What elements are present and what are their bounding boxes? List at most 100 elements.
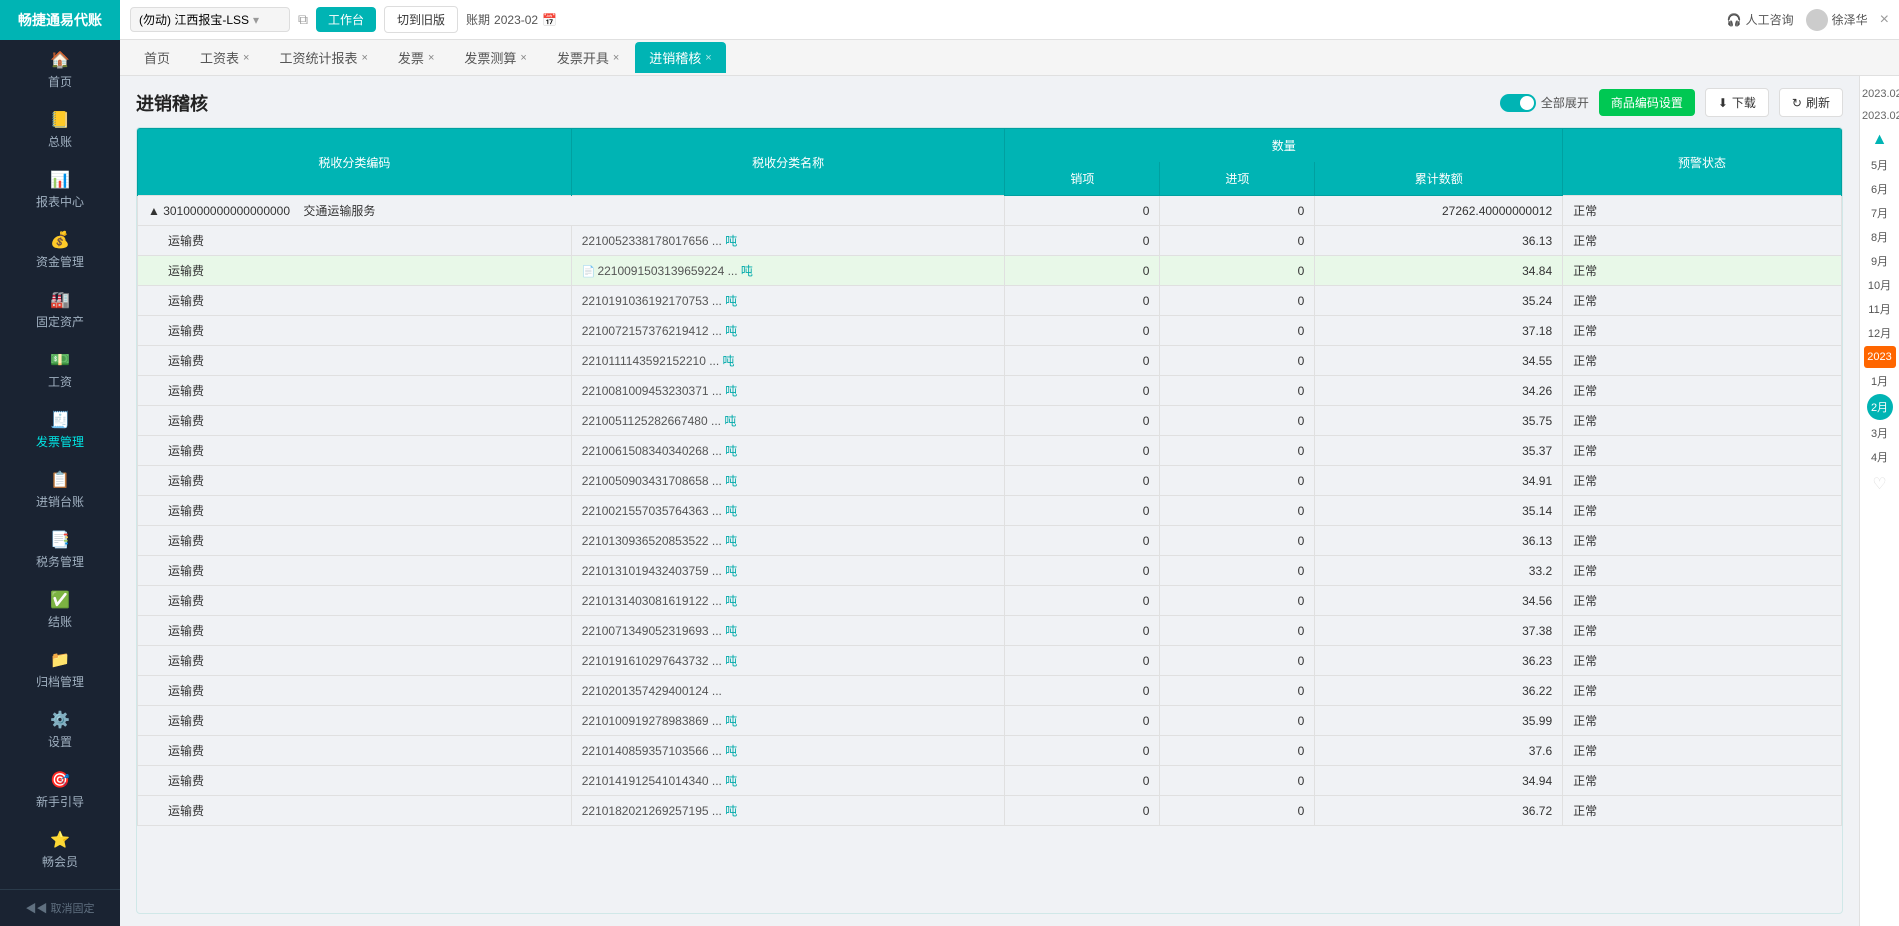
cell-invoice: 2210072157376219412 ... 吨 [571,316,1005,346]
tab-sales-check[interactable]: 进销稽核 × [635,42,725,73]
cell-name: 运输费 [138,436,572,466]
month-aug[interactable]: 8月 [1864,226,1896,248]
sidebar-item-member[interactable]: ⭐ 畅会员 [0,820,120,880]
tab-invoice-issue[interactable]: 发票开具 × [543,42,633,73]
month-oct[interactable]: 10月 [1864,274,1896,296]
tab-close-icon[interactable]: × [361,52,367,64]
sidebar-item-guide[interactable]: 🎯 新手引导 [0,760,120,820]
sidebar-item-settings[interactable]: ⚙️ 设置 [0,700,120,760]
col-header-name: 税收分类名称 [571,129,1005,196]
sidebar-item-invoice[interactable]: 🧾 发票管理 [0,400,120,460]
cell-invoice: 2210201357429400124 ... [571,676,1005,706]
refresh-button[interactable]: ↻ 刷新 [1779,88,1843,117]
sidebar-item-tax[interactable]: 📑 税务管理 [0,520,120,580]
cell-sale: 0 [1005,796,1160,826]
copy-icon[interactable]: ⧉ [298,11,308,28]
expand-toggle[interactable]: 全部展开 [1500,94,1589,112]
switch-version-button[interactable]: 切到旧版 [384,6,458,33]
cell-name: 运输费 [138,286,572,316]
cell-total: 36.72 [1315,796,1563,826]
month-feb-active[interactable]: 2月 [1867,394,1893,420]
sidebar-label: 发票管理 [36,433,84,450]
cell-total: 34.91 [1315,466,1563,496]
tab-invoice-calc[interactable]: 发票测算 × [450,42,540,73]
settings-icon: ⚙️ [50,710,70,730]
calendar-icon[interactable]: 📅 [542,13,557,27]
sidebar-item-sales[interactable]: 📋 进销台账 [0,460,120,520]
company-selector[interactable]: (勿动) 江西报宝-LSS ▾ [130,7,290,32]
period-label: 账期 [466,11,490,28]
nav-up-arrow[interactable]: ▲ [1868,128,1892,152]
cell-total: 33.2 [1315,556,1563,586]
cell-invoice: 2210191610297643732 ... 吨 [571,646,1005,676]
tab-salary-report[interactable]: 工资统计报表 × [265,42,381,73]
sidebar-item-home[interactable]: 🏠 首页 [0,40,120,100]
cell-name: 运输费 [138,466,572,496]
sidebar-item-archive[interactable]: 📁 归档管理 [0,640,120,700]
workbench-button[interactable]: 工作台 [316,7,376,32]
month-apr[interactable]: 4月 [1864,446,1896,468]
sidebar-item-ledger[interactable]: 📒 总账 [0,100,120,160]
cell-status: 正常 [1563,196,1842,226]
sidebar-label: 进销台账 [36,493,84,510]
unpin-button[interactable]: ◀◀ 取消固定 [0,889,120,926]
sidebar-item-assets[interactable]: 🏭 固定资产 [0,280,120,340]
cell-sale: 0 [1005,346,1160,376]
cell-name: 运输费 [138,226,572,256]
month-jul[interactable]: 7月 [1864,202,1896,224]
month-dec[interactable]: 12月 [1864,322,1896,344]
product-code-settings-button[interactable]: 商品编码设置 [1599,89,1695,116]
cell-purchase: 0 [1160,466,1315,496]
month-nov[interactable]: 11月 [1864,298,1896,320]
tab-close-icon[interactable]: × [613,52,619,64]
month-may[interactable]: 5月 [1864,154,1896,176]
cell-purchase: 0 [1160,196,1315,226]
user-menu[interactable]: 徐泽华 [1806,9,1868,31]
table-row: 运输费 2210100919278983869 ... 吨 0 0 35.99 … [138,706,1842,736]
right-panel: 2023.02 2023.02 ▲ 5月 6月 7月 8月 9月 10月 11月… [1859,76,1899,926]
page-title: 进销稽核 [136,90,208,116]
cell-total: 36.22 [1315,676,1563,706]
report-icon: 📊 [50,170,70,190]
table-row: 运输费 2210072157376219412 ... 吨 0 0 37.18 … [138,316,1842,346]
sidebar-label: 归档管理 [36,673,84,690]
tab-salary-table[interactable]: 工资表 × [186,42,263,73]
col-header-status: 预警状态 [1563,129,1842,196]
tab-close-icon[interactable]: × [428,52,434,64]
col-header-quantity: 数量 [1005,129,1563,163]
tab-close-icon[interactable]: × [243,52,249,64]
month-mar[interactable]: 3月 [1864,422,1896,444]
sidebar-item-report[interactable]: 📊 报表中心 [0,160,120,220]
sidebar-label: 工资 [48,373,72,390]
tab-invoice[interactable]: 发票 × [384,42,448,73]
month-sep[interactable]: 9月 [1864,250,1896,272]
cell-sale: 0 [1005,466,1160,496]
cell-sale: 0 [1005,226,1160,256]
sidebar-item-salary[interactable]: 💵 工资 [0,340,120,400]
page-actions: 全部展开 商品编码设置 ⬇ 下载 ↻ 刷新 [1500,88,1843,117]
cell-total: 36.13 [1315,226,1563,256]
cell-name: 运输费 [138,376,572,406]
cell-status: 正常 [1563,736,1842,766]
cell-name: 运输费 [138,496,572,526]
download-button[interactable]: ⬇ 下载 [1705,88,1769,117]
cell-sale: 0 [1005,616,1160,646]
toggle-track[interactable] [1500,94,1536,112]
cell-purchase: 0 [1160,796,1315,826]
cell-sale: 0 [1005,196,1160,226]
close-window-button[interactable]: × [1880,11,1889,29]
month-jan[interactable]: 1月 [1864,370,1896,392]
col-header-code: 税收分类编码 [138,129,572,196]
support-link[interactable]: 🎧 人工咨询 [1727,11,1794,28]
sidebar-item-fund[interactable]: 💰 资金管理 [0,220,120,280]
tab-close-icon[interactable]: × [520,52,526,64]
cell-sale: 0 [1005,646,1160,676]
company-name: (勿动) 江西报宝-LSS [139,11,249,28]
sidebar-item-closing[interactable]: ✅ 结账 [0,580,120,640]
cell-invoice: 2210140859357103566 ... 吨 [571,736,1005,766]
month-jun[interactable]: 6月 [1864,178,1896,200]
tab-home[interactable]: 首页 [130,42,184,73]
cell-sale: 0 [1005,526,1160,556]
favorite-icon[interactable]: ♡ [1872,474,1886,494]
tab-close-icon[interactable]: × [705,52,711,64]
